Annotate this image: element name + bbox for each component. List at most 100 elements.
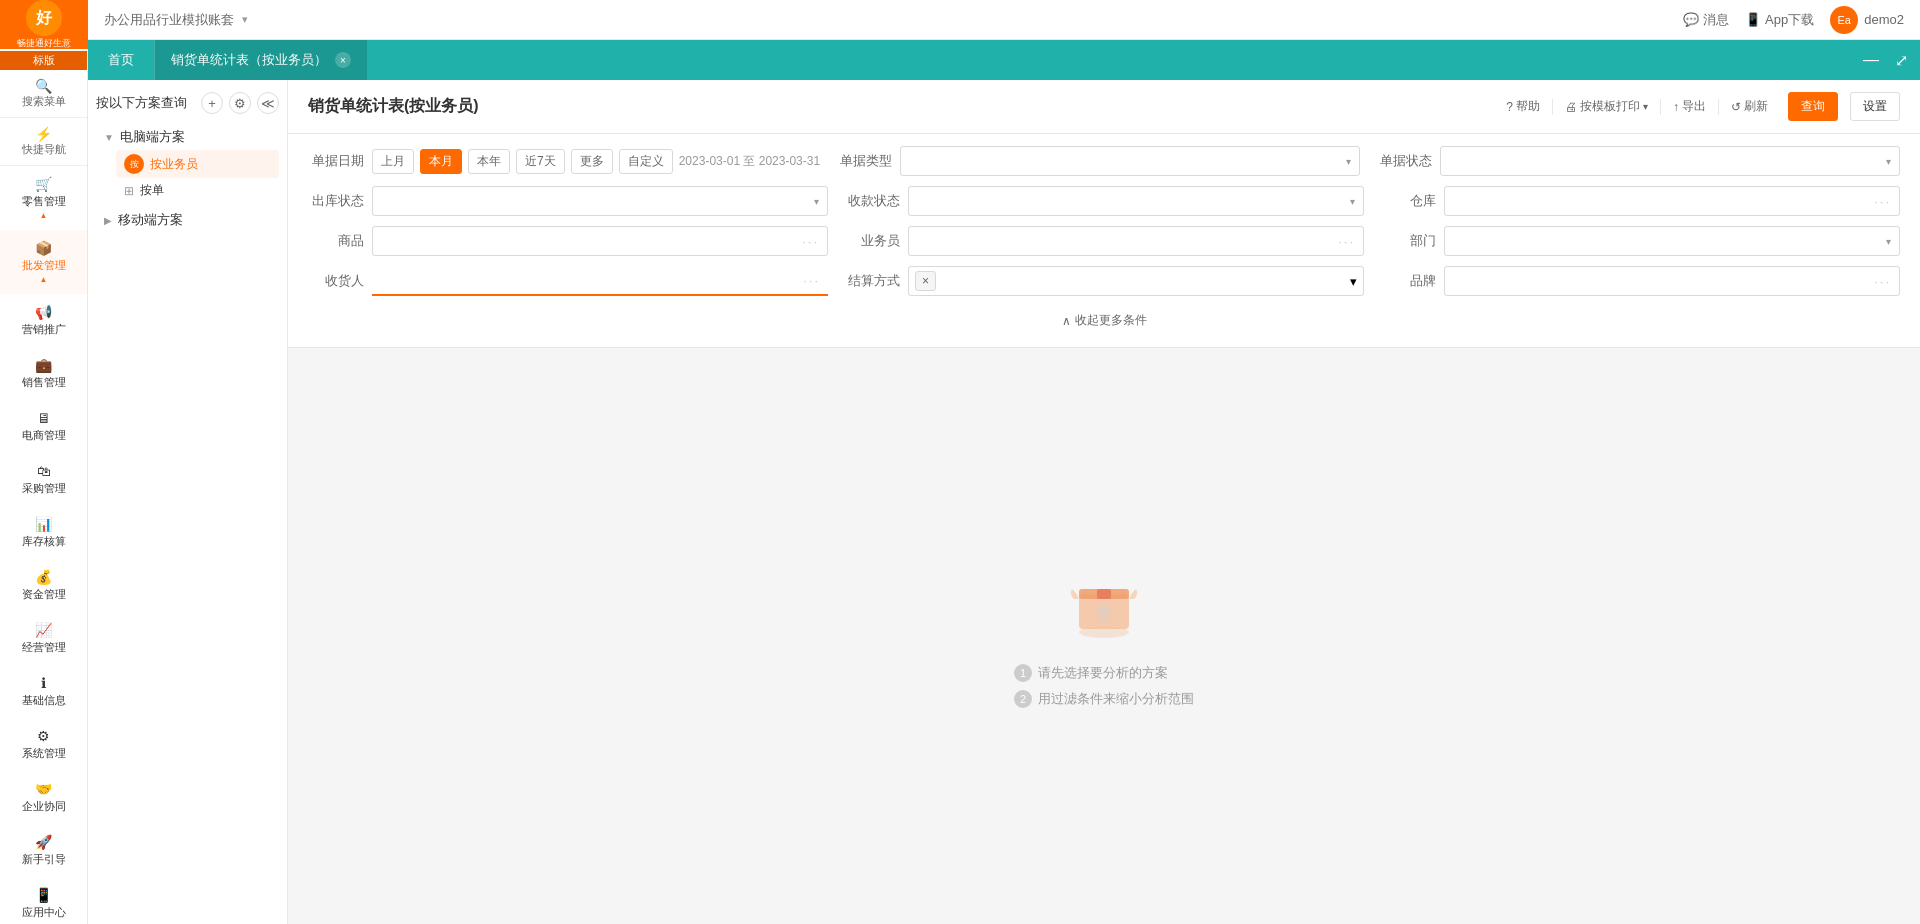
payment-chevron: ▾ (1350, 274, 1357, 289)
tree-group-mobile[interactable]: ▶ 移动端方案 (96, 207, 279, 233)
sidebar-item-inventory[interactable]: 📊 库存核算 (0, 506, 87, 559)
top-header-actions: 💬 消息 📱 App下载 Ea demo2 (1683, 6, 1904, 34)
corp-icon: 🤝 (35, 781, 52, 797)
tab-home[interactable]: 首页 (88, 40, 154, 80)
consignee-dots: ··· (803, 273, 820, 288)
print-btn[interactable]: 🖨 按模板打印 ▾ (1565, 98, 1648, 115)
sidebar-item-search[interactable]: 🔍 搜索菜单 (0, 70, 87, 118)
top-header: 办公用品行业模拟账套 ▾ 💬 消息 📱 App下载 Ea demo2 (88, 0, 1920, 40)
tree-item-by-salesperson[interactable]: 按 按业务员 (116, 150, 279, 178)
tree-item-by-order[interactable]: ⊞ 按单 (116, 178, 279, 203)
retail-icon: 🛒 (35, 176, 52, 192)
step-2-text: 用过滤条件来缩小分析范围 (1038, 690, 1194, 708)
help-btn[interactable]: ? 帮助 (1506, 98, 1540, 115)
left-panel-action-btns: + ⚙ ≪ (201, 92, 279, 114)
date-btn-more[interactable]: 更多 (571, 149, 613, 174)
date-btn-custom[interactable]: 自定义 (619, 149, 673, 174)
breadcrumb-area: 办公用品行业模拟账套 ▾ (104, 11, 248, 29)
tab-bar-actions: — ⤢ (1859, 47, 1920, 74)
brand-dots: ··· (1874, 274, 1891, 289)
receipt-status-label: 收款状态 (844, 192, 900, 210)
department-field: 部门 ▾ (1380, 226, 1900, 256)
doc-type-select[interactable]: ▾ (900, 146, 1360, 176)
purchase-icon: 🛍 (37, 463, 51, 479)
tab-minimize-btn[interactable]: — (1859, 47, 1883, 73)
system-icon: ⚙ (37, 728, 50, 744)
warehouse-input[interactable]: ··· (1444, 186, 1900, 216)
tab-label: 销货单统计表（按业务员） (171, 51, 327, 69)
brand-field: 品牌 ··· (1380, 266, 1900, 296)
tree-group-desktop[interactable]: ▼ 电脑端方案 (96, 124, 279, 150)
filter-row-4: 收货人 ··· 结算方式 × ▾ (308, 266, 1900, 296)
settings-schema-btn[interactable]: ⚙ (229, 92, 251, 114)
out-status-label: 出库状态 (308, 192, 364, 210)
print-icon: 🖨 (1565, 100, 1577, 114)
divider-1 (1552, 99, 1553, 115)
consignee-label: 收货人 (308, 272, 364, 290)
payment-method-select[interactable]: × ▾ (908, 266, 1364, 296)
wholesale-icon: 📦 (35, 240, 52, 256)
schema-icon: 按 (124, 154, 144, 174)
tab-maximize-btn[interactable]: ⤢ (1891, 47, 1912, 74)
app-download-btn[interactable]: 📱 App下载 (1745, 11, 1814, 29)
right-panel: 销货单统计表(按业务员) ? 帮助 🖨 按模板打印 ▾ ↑ (288, 80, 1920, 924)
collapse-panel-btn[interactable]: ≪ (257, 92, 279, 114)
doc-status-select[interactable]: ▾ (1440, 146, 1900, 176)
sidebar-item-newbie[interactable]: 🚀 新手引导 (0, 824, 87, 877)
query-btn[interactable]: 查询 (1788, 92, 1838, 121)
export-btn[interactable]: ↑ 导出 (1673, 98, 1706, 115)
sidebar-item-appcenter[interactable]: 📱 应用中心 (0, 877, 87, 924)
consignee-input[interactable]: ··· (372, 266, 828, 296)
message-icon: 💬 (1683, 12, 1699, 27)
warehouse-dots: ··· (1874, 194, 1891, 209)
sidebar-item-purchase[interactable]: 🛍 采购管理 (0, 453, 87, 506)
receipt-status-select[interactable]: ▾ (908, 186, 1364, 216)
sidebar-item-basics[interactable]: ℹ 基础信息 (0, 665, 87, 718)
sidebar-item-ecommerce[interactable]: 🖥 电商管理 (0, 400, 87, 453)
sidebar-item-finance[interactable]: 💰 资金管理 (0, 559, 87, 612)
collapse-filters-btn[interactable]: ∧ 收起更多条件 (308, 306, 1900, 335)
date-btn-this-year[interactable]: 本年 (468, 149, 510, 174)
tab-bar: 首页 销货单统计表（按业务员） × — ⤢ (88, 40, 1920, 80)
operations-icon: 📈 (35, 622, 52, 638)
sidebar-item-marketing[interactable]: 📢 营销推广 (0, 294, 87, 347)
date-btn-this-month[interactable]: 本月 (420, 149, 462, 174)
sidebar-item-system[interactable]: ⚙ 系统管理 (0, 718, 87, 771)
brand-label: 品牌 (1380, 272, 1436, 290)
sidebar-item-retail[interactable]: 🛒 零售管理 (0, 166, 87, 230)
warehouse-label: 仓库 (1380, 192, 1436, 210)
tree-item-label-order: 按单 (140, 182, 164, 199)
salesperson-label: 业务员 (844, 232, 900, 250)
out-status-select[interactable]: ▾ (372, 186, 828, 216)
main-area: 办公用品行业模拟账套 ▾ 💬 消息 📱 App下载 Ea demo2 首页 销货… (88, 0, 1920, 924)
date-range-display: 2023-03-01 至 2023-03-31 (679, 153, 820, 170)
consignee-field: 收货人 ··· (308, 266, 828, 296)
payment-tag-close[interactable]: × (922, 274, 929, 288)
sidebar-item-sales[interactable]: 💼 销售管理 (0, 347, 87, 400)
brand-input[interactable]: ··· (1444, 266, 1900, 296)
sidebar-item-quicknav[interactable]: ⚡ 快捷导航 (0, 118, 87, 166)
finance-icon: 💰 (35, 569, 52, 585)
settings-btn[interactable]: 设置 (1850, 92, 1900, 121)
sidebar-item-corp[interactable]: 🤝 企业协同 (0, 771, 87, 824)
payment-method-field: 结算方式 × ▾ (844, 266, 1364, 296)
doc-status-chevron: ▾ (1886, 156, 1891, 167)
appcenter-icon: 📱 (35, 887, 52, 903)
tab-close-btn[interactable]: × (335, 52, 351, 68)
tree-group-label: 电脑端方案 (120, 128, 185, 146)
salesperson-input[interactable]: ··· (908, 226, 1364, 256)
user-profile[interactable]: Ea demo2 (1830, 6, 1904, 34)
refresh-btn[interactable]: ↺ 刷新 (1731, 98, 1768, 115)
message-btn[interactable]: 💬 消息 (1683, 11, 1729, 29)
department-select[interactable]: ▾ (1444, 226, 1900, 256)
date-btn-last-month[interactable]: 上月 (372, 149, 414, 174)
add-schema-btn[interactable]: + (201, 92, 223, 114)
product-input[interactable]: ··· (372, 226, 828, 256)
sidebar-search-label: 搜索菜单 (0, 94, 87, 109)
inventory-icon: 📊 (35, 516, 52, 532)
sidebar-item-wholesale[interactable]: 📦 批发管理 ▲ (0, 230, 87, 294)
tab-sales-stat[interactable]: 销货单统计表（按业务员） × (154, 40, 367, 80)
sidebar-item-operations[interactable]: 📈 经营管理 (0, 612, 87, 665)
date-btn-7days[interactable]: 近7天 (516, 149, 565, 174)
search-icon: 🔍 (0, 78, 87, 94)
